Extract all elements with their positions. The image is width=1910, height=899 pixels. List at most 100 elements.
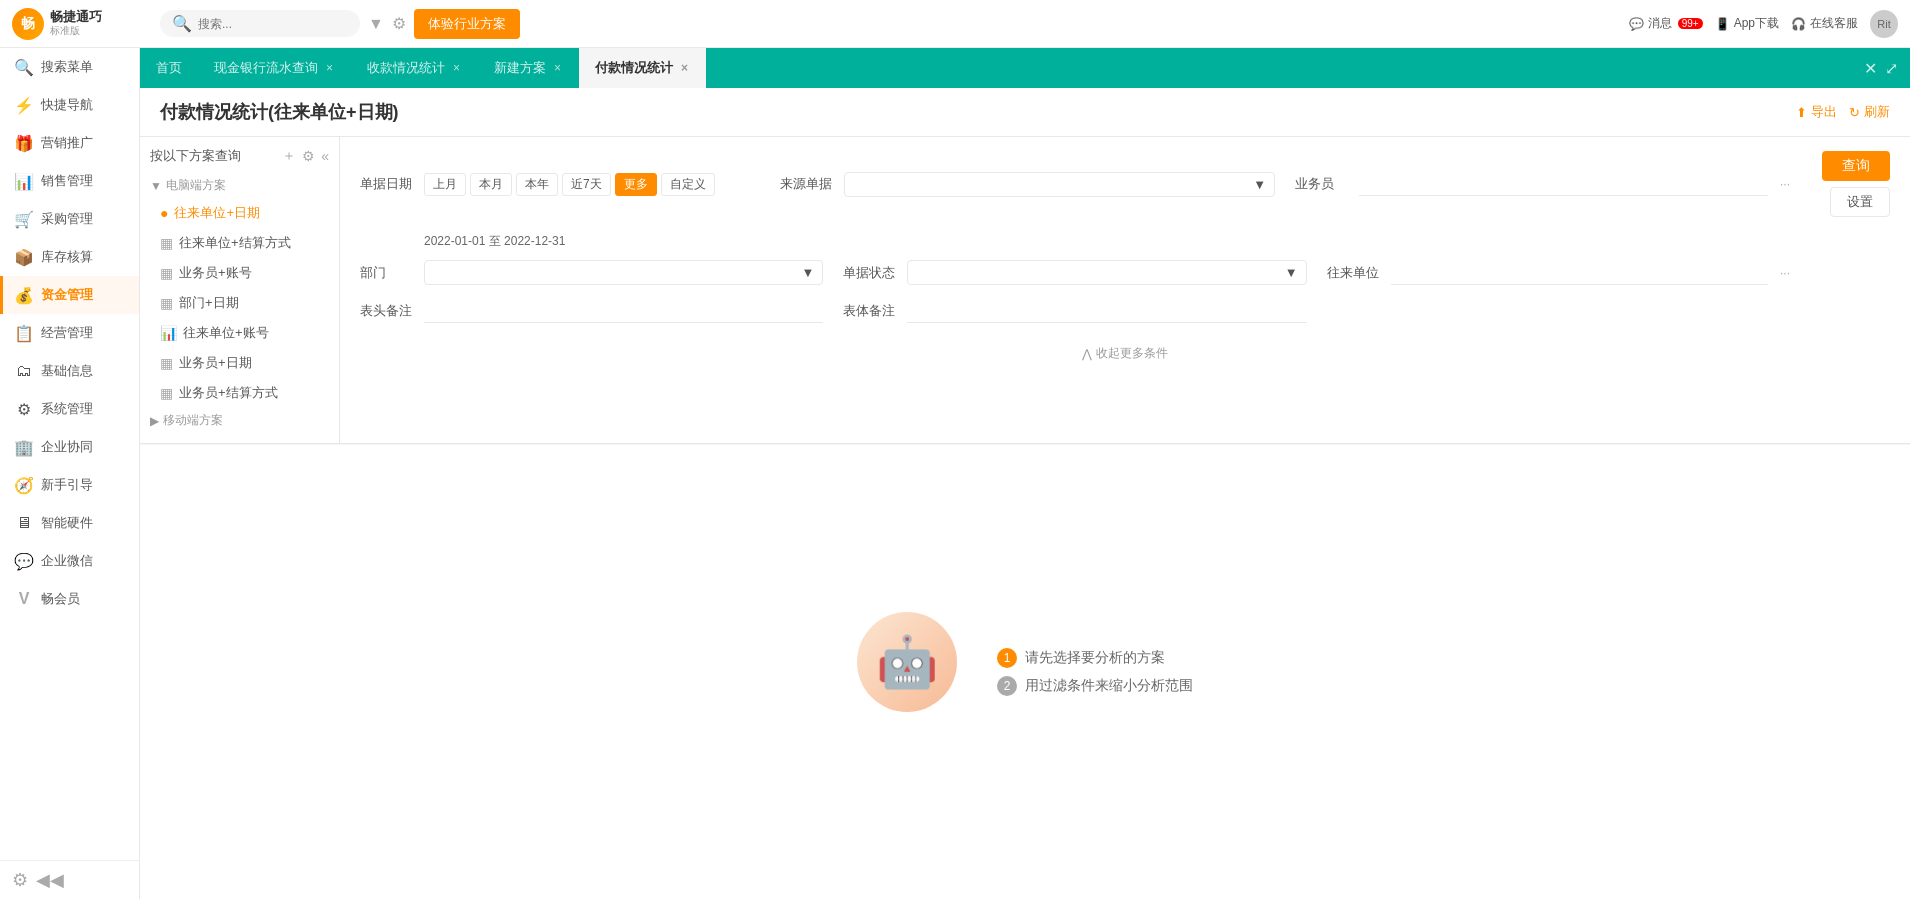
sidebar-item-guide[interactable]: 🧭 新手引导 (0, 466, 139, 504)
sidebar-item-quicknav[interactable]: ⚡ 快捷导航 (0, 86, 139, 124)
scheme-item-label-2: 往来单位+结算方式 (179, 234, 291, 252)
collab-icon: 🏢 (15, 438, 33, 456)
sidebar-item-member[interactable]: V 畅会员 (0, 580, 139, 618)
search-input[interactable] (198, 17, 348, 31)
sidebar-item-hardware[interactable]: 🖥 智能硬件 (0, 504, 139, 542)
tab-receipts-close[interactable]: × (451, 59, 462, 77)
user-avatar[interactable]: Rit (1870, 10, 1898, 38)
scheme-item-partner-date[interactable]: ● 往来单位+日期 (140, 198, 339, 228)
tab-cash-flow[interactable]: 现金银行流水查询 × (198, 48, 351, 88)
refresh-button[interactable]: ↻ 刷新 (1849, 103, 1890, 121)
online-service-btn[interactable]: 🎧 在线客服 (1791, 15, 1858, 32)
sidebar-item-search[interactable]: 🔍 搜索菜单 (0, 48, 139, 86)
logo-sub: 标准版 (50, 24, 102, 38)
sidebar-item-basicinfo[interactable]: 🗂 基础信息 (0, 352, 139, 390)
sidebar-settings-icon[interactable]: ⚙ (12, 869, 28, 891)
sidebar-item-inventory[interactable]: 📦 库存核算 (0, 238, 139, 276)
empty-tips: 1 请先选择要分析的方案 2 用过滤条件来缩小分析范围 (997, 648, 1193, 696)
scheme-item-staff-settle[interactable]: ▦ 业务员+结算方式 (140, 378, 339, 408)
scheme-item-staff-account[interactable]: ▦ 业务员+账号 (140, 258, 339, 288)
scheme-settings-icon[interactable]: ⚙ (302, 148, 315, 164)
tab-payments[interactable]: 付款情况统计 × (579, 48, 706, 88)
scheme-item-label-4: 部门+日期 (179, 294, 239, 312)
sidebar-item-sales[interactable]: 📊 销售管理 (0, 162, 139, 200)
top-search-box[interactable]: 🔍 (160, 10, 360, 37)
partner-label: 往来单位 (1327, 264, 1383, 282)
scheme-item-partner-account[interactable]: 📊 往来单位+账号 (140, 318, 339, 348)
sidebar-label-finance: 资金管理 (41, 286, 93, 304)
sidebar-item-wechat[interactable]: 💬 企业微信 (0, 542, 139, 580)
tab-home[interactable]: 首页 (140, 48, 198, 88)
sidebar-item-finance[interactable]: 💰 资金管理 (0, 276, 139, 314)
sidebar-item-marketing[interactable]: 🎁 营销推广 (0, 124, 139, 162)
source-label: 来源单据 (780, 175, 836, 193)
scheme-item-partner-settle[interactable]: ▦ 往来单位+结算方式 (140, 228, 339, 258)
date-label: 单据日期 (360, 175, 416, 193)
refresh-icon: ↻ (1849, 105, 1860, 120)
sidebar-item-purchase[interactable]: 🛒 采购管理 (0, 200, 139, 238)
tab-payments-close[interactable]: × (679, 59, 690, 77)
date-btn-thismonth[interactable]: 本月 (470, 173, 512, 196)
sidebar-item-collab[interactable]: 🏢 企业协同 (0, 428, 139, 466)
system-icon: ⚙ (15, 400, 33, 418)
filter-group-partner: 往来单位 ··· (1327, 261, 1790, 285)
sidebar-item-system[interactable]: ⚙ 系统管理 (0, 390, 139, 428)
export-button[interactable]: ⬆ 导出 (1796, 103, 1837, 121)
top-bar: 畅 畅捷通巧 标准版 🔍 ▼ ⚙ 体验行业方案 💬 消息 99+ 📱 App下载… (0, 0, 1910, 48)
filter-group-source: 来源单据 ▼ (780, 172, 1275, 197)
partner-input[interactable] (1391, 261, 1768, 285)
page-content: 付款情况统计(往来单位+日期) ⬆ 导出 ↻ 刷新 (140, 88, 1910, 899)
tab-cash-flow-close[interactable]: × (324, 59, 335, 77)
scheme-pc-label: 电脑端方案 (166, 177, 226, 194)
date-btn-lastmonth[interactable]: 上月 (424, 173, 466, 196)
scheme-add-icon[interactable]: ＋ (282, 147, 296, 165)
empty-tip-2: 2 用过滤条件来缩小分析范围 (997, 676, 1193, 696)
partner-more-icon[interactable]: ··· (1780, 266, 1790, 280)
app-download-btn[interactable]: 📱 App下载 (1715, 15, 1779, 32)
salesperson-input[interactable] (1359, 172, 1768, 196)
header-note-label: 表头备注 (360, 302, 416, 320)
messages-btn[interactable]: 💬 消息 99+ (1629, 15, 1703, 32)
sidebar-label-purchase: 采购管理 (41, 210, 93, 228)
sidebar: 🔍 搜索菜单 ⚡ 快捷导航 🎁 营销推广 📊 销售管理 🛒 采购管理 📦 库存核… (0, 48, 140, 899)
salesperson-more-icon[interactable]: ··· (1780, 177, 1790, 191)
tab-cash-flow-label: 现金银行流水查询 (214, 59, 318, 77)
source-select[interactable]: ▼ (844, 172, 1275, 197)
dept-dropdown-icon: ▼ (801, 265, 814, 280)
scheme-item-dept-date[interactable]: ▦ 部门+日期 (140, 288, 339, 318)
date-btn-thisyear[interactable]: 本年 (516, 173, 558, 196)
tab-new-scheme[interactable]: 新建方案 × (478, 48, 579, 88)
collapse-bar[interactable]: ⋀ 收起更多条件 (360, 337, 1890, 370)
tab-new-scheme-close[interactable]: × (552, 59, 563, 77)
basicinfo-icon: 🗂 (15, 362, 33, 380)
tab-maximize-icon[interactable]: ⤢ (1885, 59, 1898, 78)
scheme-panel: 按以下方案查询 ＋ ⚙ « ▼ 电脑端方案 ● 往来单位+日期 (140, 137, 340, 443)
tab-receipts[interactable]: 收款情况统计 × (351, 48, 478, 88)
scheme-item-staff-date[interactable]: ▦ 业务员+日期 (140, 348, 339, 378)
status-select[interactable]: ▼ (907, 260, 1306, 285)
sidebar-collapse-icon[interactable]: ◀◀ (36, 869, 64, 891)
sidebar-item-operations[interactable]: 📋 经营管理 (0, 314, 139, 352)
header-note-input[interactable] (424, 299, 823, 323)
scheme-collapse-icon[interactable]: « (321, 148, 329, 164)
scheme-active-icon: ● (160, 205, 168, 221)
filter-group-date: 单据日期 上月 本月 本年 近7天 更多 自定义 (360, 173, 760, 196)
tab-actions: ✕ ⤢ (1864, 59, 1910, 78)
main-layout: 🔍 搜索菜单 ⚡ 快捷导航 🎁 营销推广 📊 销售管理 🛒 采购管理 📦 库存核… (0, 48, 1910, 899)
date-btn-custom[interactable]: 自定义 (661, 173, 715, 196)
body-note-input[interactable] (907, 299, 1306, 323)
query-button[interactable]: 查询 (1822, 151, 1890, 181)
date-btn-7days[interactable]: 近7天 (562, 173, 611, 196)
trial-button[interactable]: 体验行业方案 (414, 9, 520, 39)
user-label: Rit (1877, 18, 1890, 30)
date-btn-more[interactable]: 更多 (615, 173, 657, 196)
scheme-pc-section[interactable]: ▼ 电脑端方案 (140, 173, 339, 198)
settings-top-icon[interactable]: ⚙ (392, 14, 406, 33)
tab-close-all-icon[interactable]: ✕ (1864, 59, 1877, 78)
sidebar-bottom: ⚙ ◀◀ (0, 860, 139, 899)
dept-select[interactable]: ▼ (424, 260, 823, 285)
scheme-mobile-section[interactable]: ▶ 移动端方案 (140, 408, 339, 433)
filter-group-header-note: 表头备注 (360, 299, 823, 323)
dropdown-icon[interactable]: ▼ (368, 15, 384, 33)
setting-button[interactable]: 设置 (1830, 187, 1890, 217)
